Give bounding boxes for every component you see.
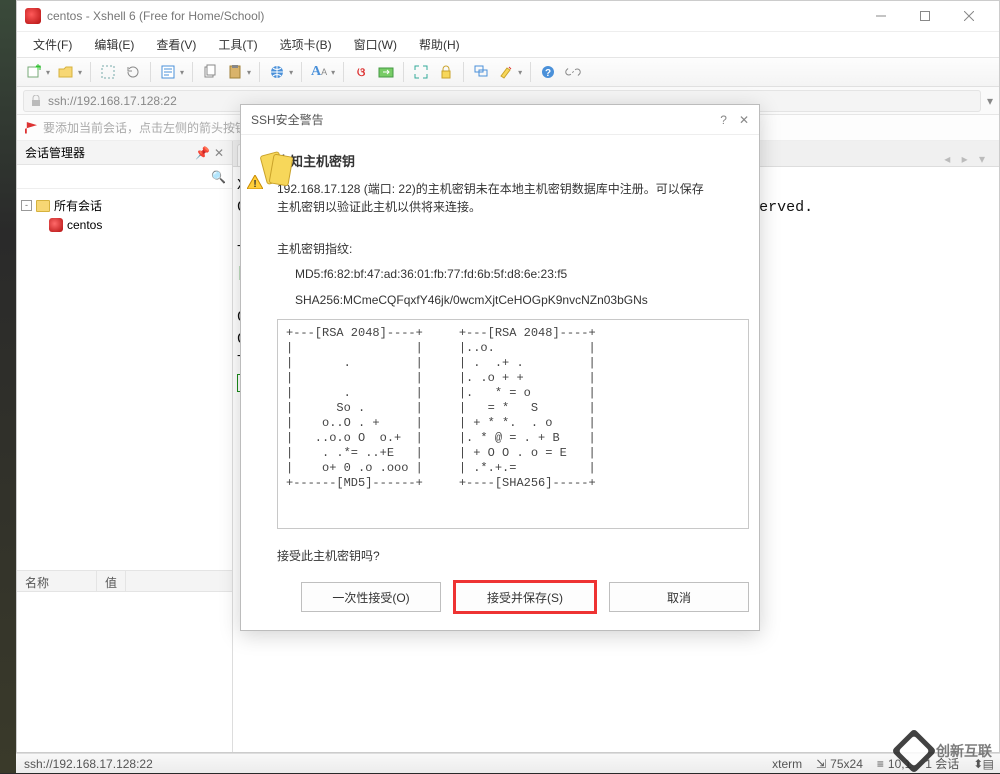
session-tree[interactable]: - 所有会话 centos — [17, 189, 232, 570]
new-session-button[interactable] — [23, 61, 45, 83]
properties-header: 名称 值 — [17, 570, 232, 592]
dialog-help-button[interactable]: ? — [720, 113, 727, 127]
window-title: centos - Xshell 6 (Free for Home/School) — [47, 9, 264, 23]
collapse-icon[interactable]: - — [21, 200, 32, 211]
disconnect-button[interactable] — [122, 61, 144, 83]
tree-session-label: centos — [67, 218, 102, 232]
xftp-button[interactable] — [375, 61, 397, 83]
menu-view[interactable]: 查看(V) — [146, 33, 206, 56]
desktop-background — [0, 0, 16, 773]
link-icon[interactable] — [562, 61, 584, 83]
accept-save-button[interactable]: 接受并保存(S) — [455, 582, 595, 612]
reconnect-button[interactable] — [97, 61, 119, 83]
lock-button[interactable] — [435, 61, 457, 83]
svg-text:?: ? — [545, 68, 551, 79]
font-button[interactable]: AA — [308, 61, 330, 83]
menubar: 文件(F) 编辑(E) 查看(V) 工具(T) 选项卡(B) 窗口(W) 帮助(… — [17, 31, 999, 57]
tab-scroll-buttons[interactable]: ◂ ▸ ▾ — [938, 152, 995, 166]
pane-close-icon[interactable]: ✕ — [214, 146, 224, 160]
menu-window[interactable]: 窗口(W) — [344, 33, 407, 56]
globe-button[interactable] — [266, 61, 288, 83]
help-button[interactable]: ? — [537, 61, 559, 83]
status-address: ssh://192.168.17.128:22 — [24, 757, 153, 771]
open-session-button[interactable] — [55, 61, 77, 83]
fullscreen-button[interactable] — [410, 61, 432, 83]
properties-grid — [17, 592, 232, 752]
session-manager-title: 会话管理器 — [25, 144, 85, 161]
menu-tabs[interactable]: 选项卡(B) — [270, 33, 342, 56]
status-updown-icon: ⬍ ▤ — [973, 757, 992, 771]
cancel-button[interactable]: 取消 — [609, 582, 749, 612]
address-text: ssh://192.168.17.128:22 — [48, 94, 177, 108]
dialog-titlebar: SSH安全警告 ? ✕ — [241, 105, 759, 135]
fingerprint-label: 主机密钥指纹: — [277, 240, 749, 257]
folder-icon — [36, 200, 50, 212]
session-manager-pane: 会话管理器 📌 ✕ 🔍 - 所有会话 centos — [17, 141, 233, 752]
pin-icon[interactable]: 📌 — [195, 146, 210, 160]
lock-icon — [30, 95, 42, 107]
status-term: xterm — [772, 757, 802, 771]
titlebar: centos - Xshell 6 (Free for Home/School) — [17, 1, 999, 31]
xshell-icon — [25, 8, 41, 24]
minimize-button[interactable] — [859, 1, 903, 31]
dialog-title: SSH安全警告 — [251, 111, 324, 128]
xshell-link-button[interactable]: ଓ — [350, 61, 372, 83]
search-icon: 🔍 — [211, 170, 226, 184]
menu-help[interactable]: 帮助(H) — [409, 33, 470, 56]
highlight-button[interactable] — [495, 61, 517, 83]
menu-file[interactable]: 文件(F) — [23, 33, 82, 56]
statusbar: ssh://192.168.17.128:22 xterm ⇲ 75x24 ≡ … — [16, 753, 1000, 773]
toolbar: ▾ ▾ ▾ ▾ ▾ AA▾ ଓ ▾ ? — [17, 57, 999, 87]
ssh-warning-dialog: SSH安全警告 ? ✕ ! 未知主机密钥 192.168.17.128 (端口:… — [240, 104, 760, 631]
dialog-close-button[interactable]: ✕ — [739, 113, 749, 127]
close-button[interactable] — [947, 1, 991, 31]
col-value: 值 — [97, 571, 126, 591]
properties-button[interactable] — [157, 61, 179, 83]
dialog-heading: 未知主机密钥 — [277, 151, 749, 170]
tree-session-centos[interactable]: centos — [21, 216, 228, 234]
maximize-button[interactable] — [903, 1, 947, 31]
svg-text:!: ! — [253, 179, 256, 189]
fingerprint-sha256: SHA256:MCmeCQFqxfY46jk/0wcmXjtCeHOGpK9nv… — [295, 293, 749, 307]
fingerprint-art[interactable]: +---[RSA 2048]----+ +---[RSA 2048]----+ … — [277, 319, 749, 529]
fingerprint-md5: MD5:f6:82:bf:47:ad:36:01:fb:77:fd:6b:5f:… — [295, 267, 749, 281]
session-icon — [49, 218, 63, 232]
menu-edit[interactable]: 编辑(E) — [84, 33, 144, 56]
tree-root[interactable]: - 所有会话 — [21, 195, 228, 216]
cascade-button[interactable] — [470, 61, 492, 83]
col-name: 名称 — [17, 571, 97, 591]
status-pos: ≡ 10,1 — [877, 757, 911, 771]
copy-button[interactable] — [199, 61, 221, 83]
accept-question: 接受此主机密钥吗? — [277, 547, 749, 564]
session-manager-header: 会话管理器 📌 ✕ — [17, 141, 232, 165]
flag-icon — [25, 122, 37, 134]
session-filter-input[interactable]: 🔍 — [17, 165, 232, 189]
address-dropdown[interactable]: ▾ — [987, 94, 993, 108]
menu-tools[interactable]: 工具(T) — [208, 33, 267, 56]
dialog-message: 192.168.17.128 (端口: 22)的主机密钥未在本地主机密钥数据库中… — [277, 180, 707, 216]
paste-button[interactable] — [224, 61, 246, 83]
accept-once-button[interactable]: 一次性接受(O) — [301, 582, 441, 612]
hint-text: 要添加当前会话，点击左侧的箭头按钮。 — [43, 119, 259, 136]
tree-root-label: 所有会话 — [54, 197, 102, 214]
status-sessions: 1 会话 — [925, 755, 959, 772]
status-size: ⇲ 75x24 — [816, 757, 863, 771]
